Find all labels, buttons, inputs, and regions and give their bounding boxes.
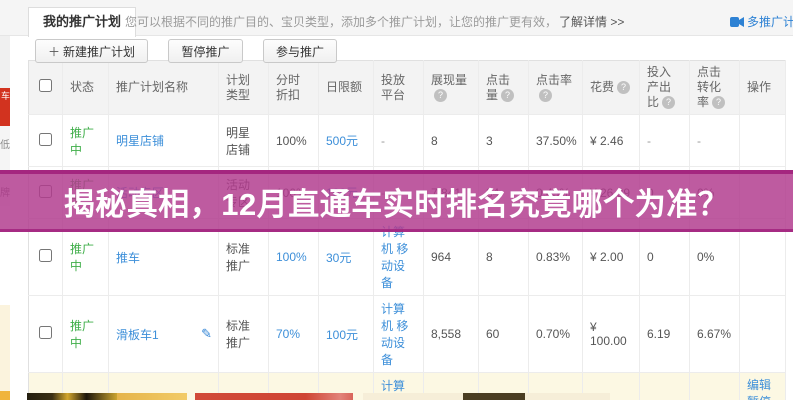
- hint-text: 您可以根据不同的推广目的、宝贝类型，添加多个推广计划，让您的推广更有效，了解详情…: [125, 13, 624, 30]
- join-label: 参与推广: [276, 43, 324, 60]
- campaign-manager-page: 我的推广计划 您可以根据不同的推广目的、宝贝类型，添加多个推广计划，让您的推广更…: [0, 0, 793, 400]
- daily-limit-link[interactable]: 100元: [326, 328, 358, 342]
- sliver-yellow-block: [0, 305, 10, 391]
- sliver-label: 低: [0, 136, 10, 151]
- col-header-status: 状态: [63, 61, 109, 115]
- daily-limit-link[interactable]: 500元: [326, 134, 358, 148]
- row-checkbox[interactable]: [39, 249, 52, 262]
- impressions-value: 8: [424, 115, 479, 167]
- col-label: 花费: [590, 80, 614, 94]
- edit-pencil-icon[interactable]: ✎: [201, 326, 212, 342]
- pause-label: 暂停推广: [181, 43, 229, 60]
- clicks-value: 60: [479, 296, 529, 373]
- discount-link[interactable]: 70%: [276, 327, 300, 341]
- platform-links[interactable]: 计算机 移动设备: [381, 225, 408, 290]
- discount-value: 100%: [269, 115, 319, 167]
- row-checkbox[interactable]: [39, 133, 52, 146]
- col-header-limit: 日限额: [319, 61, 374, 115]
- learn-more-link[interactable]: 了解详情 >>: [559, 15, 624, 29]
- headline-text: 揭秘真相，12月直通车实时排名究竟哪个为准？: [64, 179, 729, 224]
- col-header-type: 计划类型: [219, 61, 269, 115]
- cost-value: ¥ 100.00: [583, 296, 640, 373]
- roi-value: -: [640, 115, 690, 167]
- status-badge: 推广中: [70, 126, 94, 157]
- col-header-name: 推广计划名称: [109, 61, 219, 115]
- video-icon: [730, 17, 744, 27]
- bottom-thumbnails-strip: [0, 393, 793, 400]
- col-header-discount: 分时折扣: [269, 61, 319, 115]
- bottom-thumbnail: [117, 393, 187, 400]
- plan-type: 标准推广: [219, 296, 269, 373]
- actions-cell: [740, 296, 786, 373]
- table-row: 推广中 滑板车1 ✎ 标准推广 70% 100元 计算机 移动设备 8,558 6…: [29, 296, 786, 373]
- col-header-platform: 投放平台: [374, 61, 424, 115]
- cost-value: ¥ 2.46: [583, 115, 640, 167]
- daily-limit-link[interactable]: 30元: [326, 251, 351, 265]
- thumbnail-detail: [463, 393, 525, 400]
- join-promotion-button[interactable]: 参与推广: [263, 39, 337, 63]
- headline-banner: 揭秘真相，12月直通车实时排名究竟哪个为准？: [0, 170, 793, 232]
- bottom-thumbnail: [27, 393, 117, 400]
- ctr-value: 0.70%: [529, 296, 583, 373]
- tab-my-campaigns[interactable]: 我的推广计划: [28, 7, 136, 37]
- status-badge: 推广中: [70, 242, 94, 273]
- col-header-cost: 花费?: [583, 61, 640, 115]
- edit-link[interactable]: 编辑: [747, 377, 778, 394]
- platform-links[interactable]: 计算机 移动设备: [381, 302, 408, 367]
- actions-cell: [740, 115, 786, 167]
- table-header-row: 状态 推广计划名称 计划类型 分时折扣 日限额 投放平台 展现量? 点击量? 点…: [29, 61, 786, 115]
- new-campaign-label: 新建推广计划: [63, 43, 135, 60]
- ctr-value: 37.50%: [529, 115, 583, 167]
- col-header-cvr: 点击转化率?: [690, 61, 740, 115]
- select-all-checkbox[interactable]: [39, 79, 52, 92]
- sliver-red-badge: 车: [0, 88, 10, 126]
- col-header-ctr: 点击率?: [529, 61, 583, 115]
- bottom-thumbnail: [195, 393, 353, 400]
- row-checkbox[interactable]: [39, 326, 52, 339]
- discount-link[interactable]: 100%: [276, 250, 307, 264]
- clicks-value: 3: [479, 115, 529, 167]
- help-icon[interactable]: ?: [617, 81, 630, 94]
- sliver-gray-block: [0, 36, 10, 88]
- hint-body: 您可以根据不同的推广目的、宝贝类型，添加多个推广计划，让您的推广更有效，: [125, 15, 557, 29]
- plus-icon: ＋: [48, 43, 60, 60]
- platform-value: -: [374, 115, 424, 167]
- help-icon[interactable]: ?: [712, 96, 725, 109]
- campaign-name-link[interactable]: 滑板车1: [116, 328, 159, 342]
- col-label: 点击率: [536, 73, 572, 87]
- col-header-clicks: 点击量?: [479, 61, 529, 115]
- roi-value: 6.19: [640, 296, 690, 373]
- cvr-value: -: [690, 115, 740, 167]
- col-header-actions: 操作: [740, 61, 786, 115]
- help-icon[interactable]: ?: [501, 89, 514, 102]
- help-icon[interactable]: ?: [434, 89, 447, 102]
- campaign-name-link[interactable]: 明星店铺: [116, 134, 164, 148]
- table-row: 推广中 明星店铺 明星店铺 100% 500元 - 8 3 37.50% ¥ 2…: [29, 115, 786, 167]
- video-link-label: 多推广计划介绍: [747, 15, 793, 29]
- toolbar: ＋新建推广计划 暂停推广 参与推广: [35, 39, 353, 63]
- status-badge: 推广中: [70, 319, 94, 350]
- col-label: 展现量: [431, 73, 467, 87]
- col-header-roi: 投入产出比?: [640, 61, 690, 115]
- help-icon[interactable]: ?: [539, 89, 552, 102]
- campaign-name-link[interactable]: 推车: [116, 251, 140, 265]
- cvr-value: 6.67%: [690, 296, 740, 373]
- multi-plan-intro-link[interactable]: 多推广计划介绍: [730, 13, 793, 30]
- col-header-impressions: 展现量?: [424, 61, 479, 115]
- help-icon[interactable]: ?: [662, 96, 675, 109]
- bottom-thumbnail: [363, 393, 610, 400]
- pause-promotion-button[interactable]: 暂停推广: [168, 39, 242, 63]
- impressions-value: 8,558: [424, 296, 479, 373]
- plan-type: 明星店铺: [219, 115, 269, 167]
- new-campaign-button[interactable]: ＋新建推广计划: [35, 39, 148, 63]
